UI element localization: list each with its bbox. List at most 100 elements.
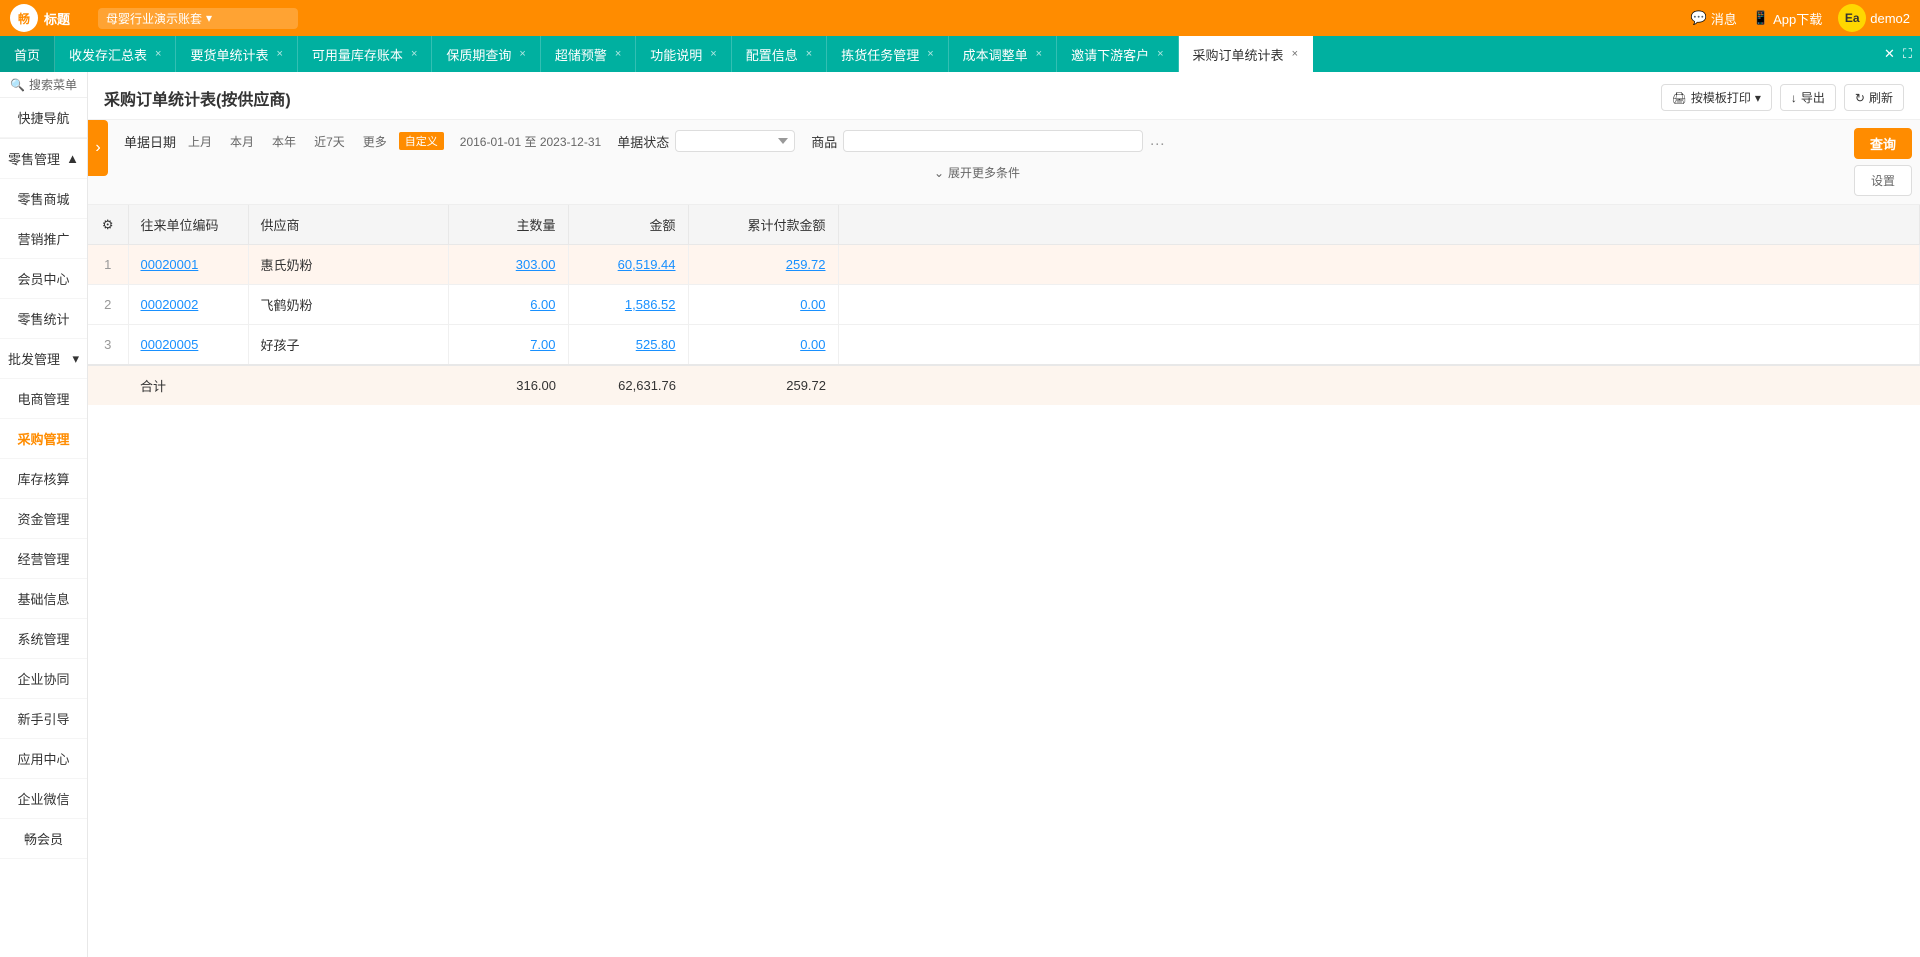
sidebar-item-collab[interactable]: 企业协同 <box>0 659 87 699</box>
date-more[interactable]: 更多 <box>357 131 393 152</box>
cell-no: 3 <box>88 325 128 366</box>
refresh-btn[interactable]: ↻ 刷新 <box>1844 84 1904 111</box>
sidebar-item-stock[interactable]: 库存核算 <box>0 459 87 499</box>
close-icon[interactable]: × <box>1292 48 1298 60</box>
tab-order-stats[interactable]: 要货单统计表 × <box>176 36 297 72</box>
table-header-row: ⚙ 往来单位编码 供应商 主数量 金额 <box>88 205 1920 245</box>
cell-paid: 0.00 <box>688 285 838 325</box>
close-icon[interactable]: × <box>276 48 282 60</box>
message-btn[interactable]: 💬 消息 <box>1691 9 1737 28</box>
username: demo2 <box>1870 11 1910 26</box>
query-btn[interactable]: 查询 <box>1854 128 1912 159</box>
user-profile[interactable]: Ea demo2 <box>1838 4 1910 32</box>
date-this-year[interactable]: 本年 <box>266 131 302 152</box>
status-select-wrap <box>675 130 795 152</box>
sidebar-item-retail-shop[interactable]: 零售商城 <box>0 179 87 219</box>
sidebar-item-finance[interactable]: 资金管理 <box>0 499 87 539</box>
fullscreen-icon[interactable]: ⛶ <box>1903 46 1912 62</box>
expand-more-btn[interactable]: ⌄ 展开更多条件 <box>926 160 1028 185</box>
date-7days[interactable]: 近7天 <box>308 131 351 152</box>
cell-supplier: 飞鹤奶粉 <box>248 285 448 325</box>
cell-paid: 0.00 <box>688 325 838 366</box>
footer-row: 合计 316.00 62,631.76 259.72 <box>88 365 1920 405</box>
table-row: 2 00020002 飞鹤奶粉 6.00 1,586.52 0.00 <box>88 285 1920 325</box>
sidebar-item-purchase[interactable]: 采购管理 <box>0 419 87 459</box>
tab-picking[interactable]: 拣货任务管理 × <box>827 36 948 72</box>
settings-btn[interactable]: 设置 <box>1854 165 1912 196</box>
close-icon[interactable]: × <box>155 48 161 60</box>
filter-row-1: 单据日期 上月 本月 本年 近7天 更多 自定义 2016-01-01 至 20… <box>124 130 1830 152</box>
filter-wrapper: › 单据日期 上月 本月 本年 近7天 更多 自定义 2016-01-01 至 … <box>88 120 1920 205</box>
download-icon: 📱 <box>1753 10 1769 26</box>
close-icon[interactable]: × <box>1036 48 1042 60</box>
date-filter: 单据日期 上月 本月 本年 近7天 更多 自定义 <box>124 131 444 152</box>
filter-content: 单据日期 上月 本月 本年 近7天 更多 自定义 2016-01-01 至 20… <box>108 120 1846 204</box>
sidebar-item-retail-mgmt[interactable]: 零售管理▲ <box>0 139 87 179</box>
tab-home-label: 首页 <box>14 45 40 64</box>
table-footer: 合计 316.00 62,631.76 259.72 <box>88 365 1920 405</box>
page-title: 采购订单统计表(按供应商) <box>104 86 291 110</box>
cell-no: 1 <box>88 245 128 285</box>
workspace-selector[interactable]: 母婴行业演示账套 ▾ <box>98 8 298 29</box>
close-icon[interactable]: × <box>615 48 621 60</box>
sidebar-item-retail-stats[interactable]: 零售统计 <box>0 299 87 339</box>
tab-label: 可用量库存账本 <box>312 45 403 64</box>
app-download-label: App下载 <box>1773 9 1822 28</box>
export-btn[interactable]: ↓ 导出 <box>1780 84 1836 111</box>
app-download-btn[interactable]: 📱 App下载 <box>1753 9 1822 28</box>
sidebar-item-operation[interactable]: 经营管理 <box>0 539 87 579</box>
cell-code: 00020005 <box>128 325 248 366</box>
status-select[interactable] <box>675 130 795 152</box>
message-icon: 💬 <box>1691 10 1707 26</box>
col-empty <box>838 205 1920 245</box>
tab-label: 保质期查询 <box>446 45 511 64</box>
cell-empty <box>838 325 1920 366</box>
sidebar-item-quicknav[interactable]: 快捷导航 <box>0 98 87 138</box>
cell-no: 2 <box>88 285 128 325</box>
sidebar-item-guide[interactable]: 新手引导 <box>0 699 87 739</box>
sidebar-item-app-center[interactable]: 应用中心 <box>0 739 87 779</box>
tab-overstock[interactable]: 超储预警 × <box>541 36 636 72</box>
sidebar-item-member[interactable]: 会员中心 <box>0 259 87 299</box>
goods-input[interactable] <box>843 130 1143 152</box>
settings-icon[interactable]: ⚙ <box>102 217 114 232</box>
tab-purchase-stats[interactable]: 采购订单统计表 × <box>1179 36 1313 72</box>
date-last-month[interactable]: 上月 <box>182 131 218 152</box>
sidebar-search-section: 🔍 搜索菜单 <box>0 72 87 98</box>
tab-expiry[interactable]: 保质期查询 × <box>432 36 540 72</box>
close-icon[interactable]: × <box>519 48 525 60</box>
cell-empty <box>838 285 1920 325</box>
close-icon[interactable]: × <box>806 48 812 60</box>
date-this-month[interactable]: 本月 <box>224 131 260 152</box>
tab-receive-summary[interactable]: 收发存汇总表 × <box>55 36 176 72</box>
sidebar: 🔍 搜索菜单 快捷导航 零售管理▲ 零售商城 营销推广 会员中心 零售统计 批发… <box>0 72 88 957</box>
tab-config[interactable]: 配置信息 × <box>732 36 827 72</box>
more-options-icon[interactable]: … <box>1149 132 1165 150</box>
table-row: 1 00020001 惠氏奶粉 303.00 60,519.44 259.72 <box>88 245 1920 285</box>
close-icon[interactable]: × <box>710 48 716 60</box>
tab-function[interactable]: 功能说明 × <box>636 36 731 72</box>
close-all-icon[interactable]: ✕ <box>1884 46 1895 62</box>
col-code: 往来单位编码 <box>128 205 248 245</box>
tab-invite[interactable]: 邀请下游客户 × <box>1057 36 1178 72</box>
tab-home[interactable]: 首页 <box>0 36 55 72</box>
cell-empty <box>838 245 1920 285</box>
sidebar-item-member2[interactable]: 畅会员 <box>0 819 87 859</box>
sidebar-item-wechat[interactable]: 企业微信 <box>0 779 87 819</box>
filter-toggle-btn[interactable]: › <box>88 120 108 176</box>
sidebar-item-wholesale[interactable]: 批发管理▾ <box>0 339 87 379</box>
cell-paid: 259.72 <box>688 245 838 285</box>
cell-qty: 7.00 <box>448 325 568 366</box>
search-menu-btn[interactable]: 🔍 搜索菜单 <box>0 72 87 97</box>
close-icon[interactable]: × <box>1157 48 1163 60</box>
sidebar-item-marketing[interactable]: 营销推广 <box>0 219 87 259</box>
print-btn[interactable]: 🖨 按模板打印 ▾ <box>1661 84 1772 111</box>
close-icon[interactable]: × <box>411 48 417 60</box>
tab-usable-stock[interactable]: 可用量库存账本 × <box>298 36 432 72</box>
table-area: ⚙ 往来单位编码 供应商 主数量 金额 <box>88 205 1920 957</box>
sidebar-item-base-info[interactable]: 基础信息 <box>0 579 87 619</box>
sidebar-item-system[interactable]: 系统管理 <box>0 619 87 659</box>
tab-cost-adjust[interactable]: 成本调整单 × <box>949 36 1057 72</box>
close-icon[interactable]: × <box>927 48 933 60</box>
sidebar-item-ecommerce[interactable]: 电商管理 <box>0 379 87 419</box>
